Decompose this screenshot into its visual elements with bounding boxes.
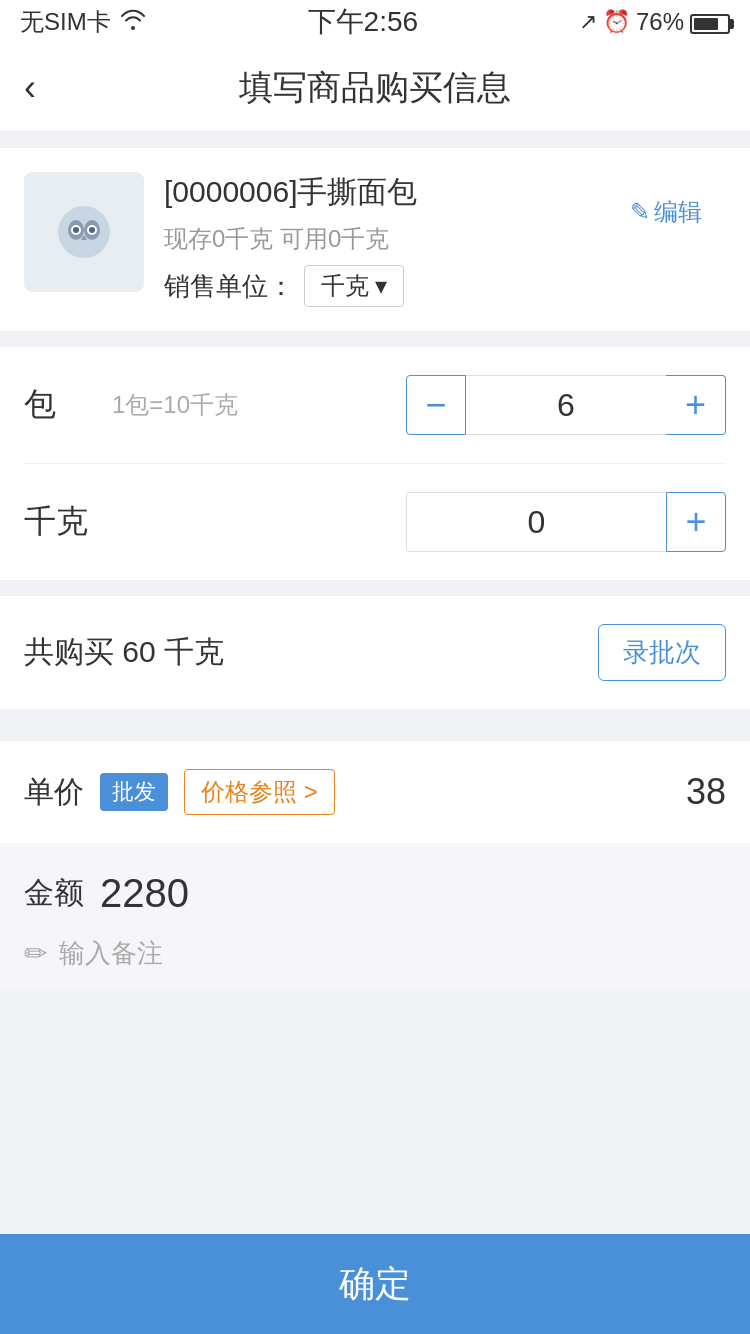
amount-section: 金额 2280 ✏ 输入备注	[0, 843, 750, 991]
status-bar: 无SIM卡 下午2:56 ↗ ⏰ 76%	[0, 0, 750, 44]
qty-label-kg: 千克	[24, 500, 104, 544]
price-tag: 批发	[100, 773, 168, 811]
quantity-section: 包 1包=10千克 − + 千克 +	[0, 347, 750, 580]
back-button[interactable]: ‹	[24, 67, 36, 109]
wifi-icon	[119, 8, 147, 36]
pencil-icon: ✏	[24, 937, 47, 970]
qty-plus-kg[interactable]: +	[666, 492, 726, 552]
battery-icon	[690, 8, 730, 36]
qty-controls-bag: − +	[406, 375, 726, 435]
amount-label: 金额	[24, 873, 84, 914]
note-placeholder: 输入备注	[59, 936, 163, 971]
total-section: 共购买 60 千克 录批次	[0, 596, 750, 709]
edit-button[interactable]: ✎ 编辑	[630, 196, 702, 228]
product-unit-row: 销售单位： 千克 ▾	[164, 265, 726, 307]
svg-point-0	[58, 206, 110, 258]
status-time: 下午2:56	[308, 3, 419, 41]
svg-point-5	[73, 227, 79, 233]
unit-select[interactable]: 千克 ▾	[304, 265, 404, 307]
edit-label: 编辑	[654, 196, 702, 228]
product-card: [0000006]手撕面包 现存0千克 可用0千克 销售单位： 千克 ▾ ✎ 编…	[0, 148, 750, 331]
unit-label: 销售单位：	[164, 269, 294, 304]
qty-row-kg: 千克 +	[24, 464, 726, 580]
price-label: 单价	[24, 772, 84, 813]
battery-percent: 76%	[636, 8, 684, 36]
qty-minus-bag[interactable]: −	[406, 375, 466, 435]
confirm-button[interactable]: 确定	[0, 1234, 750, 1334]
status-left: 无SIM卡	[20, 6, 147, 38]
page-title: 填写商品购买信息	[239, 65, 511, 111]
price-value: 38	[686, 771, 726, 813]
product-image	[24, 172, 144, 292]
qty-controls-kg: +	[406, 492, 726, 552]
total-label: 共购买 60 千克	[24, 632, 224, 673]
nav-bar: ‹ 填写商品购买信息	[0, 44, 750, 132]
amount-row: 金额 2280	[24, 871, 726, 916]
price-section: 单价 批发 价格参照 > 38	[0, 741, 750, 843]
qty-plus-bag[interactable]: +	[666, 375, 726, 435]
qty-label-bag: 包	[24, 383, 104, 427]
chevron-down-icon: ▾	[375, 272, 387, 300]
price-ref-button[interactable]: 价格参照 >	[184, 769, 335, 815]
note-row[interactable]: ✏ 输入备注	[24, 936, 726, 971]
qty-row-bag: 包 1包=10千克 − +	[24, 347, 726, 464]
edit-icon: ✎	[630, 198, 650, 226]
divider	[0, 709, 750, 725]
status-right: ↗ ⏰ 76%	[579, 8, 730, 36]
unit-value: 千克	[321, 270, 369, 302]
location-icon: ↗	[579, 9, 597, 35]
product-info: [0000006]手撕面包 现存0千克 可用0千克 销售单位： 千克 ▾ ✎ 编…	[164, 172, 726, 307]
amount-value: 2280	[100, 871, 189, 916]
qty-input-kg[interactable]	[406, 492, 666, 552]
qty-sublabel-bag: 1包=10千克	[112, 389, 406, 421]
carrier-label: 无SIM卡	[20, 6, 111, 38]
qty-input-bag[interactable]	[466, 375, 666, 435]
svg-point-6	[89, 227, 95, 233]
alarm-icon: ⏰	[603, 9, 630, 35]
batch-button[interactable]: 录批次	[598, 624, 726, 681]
